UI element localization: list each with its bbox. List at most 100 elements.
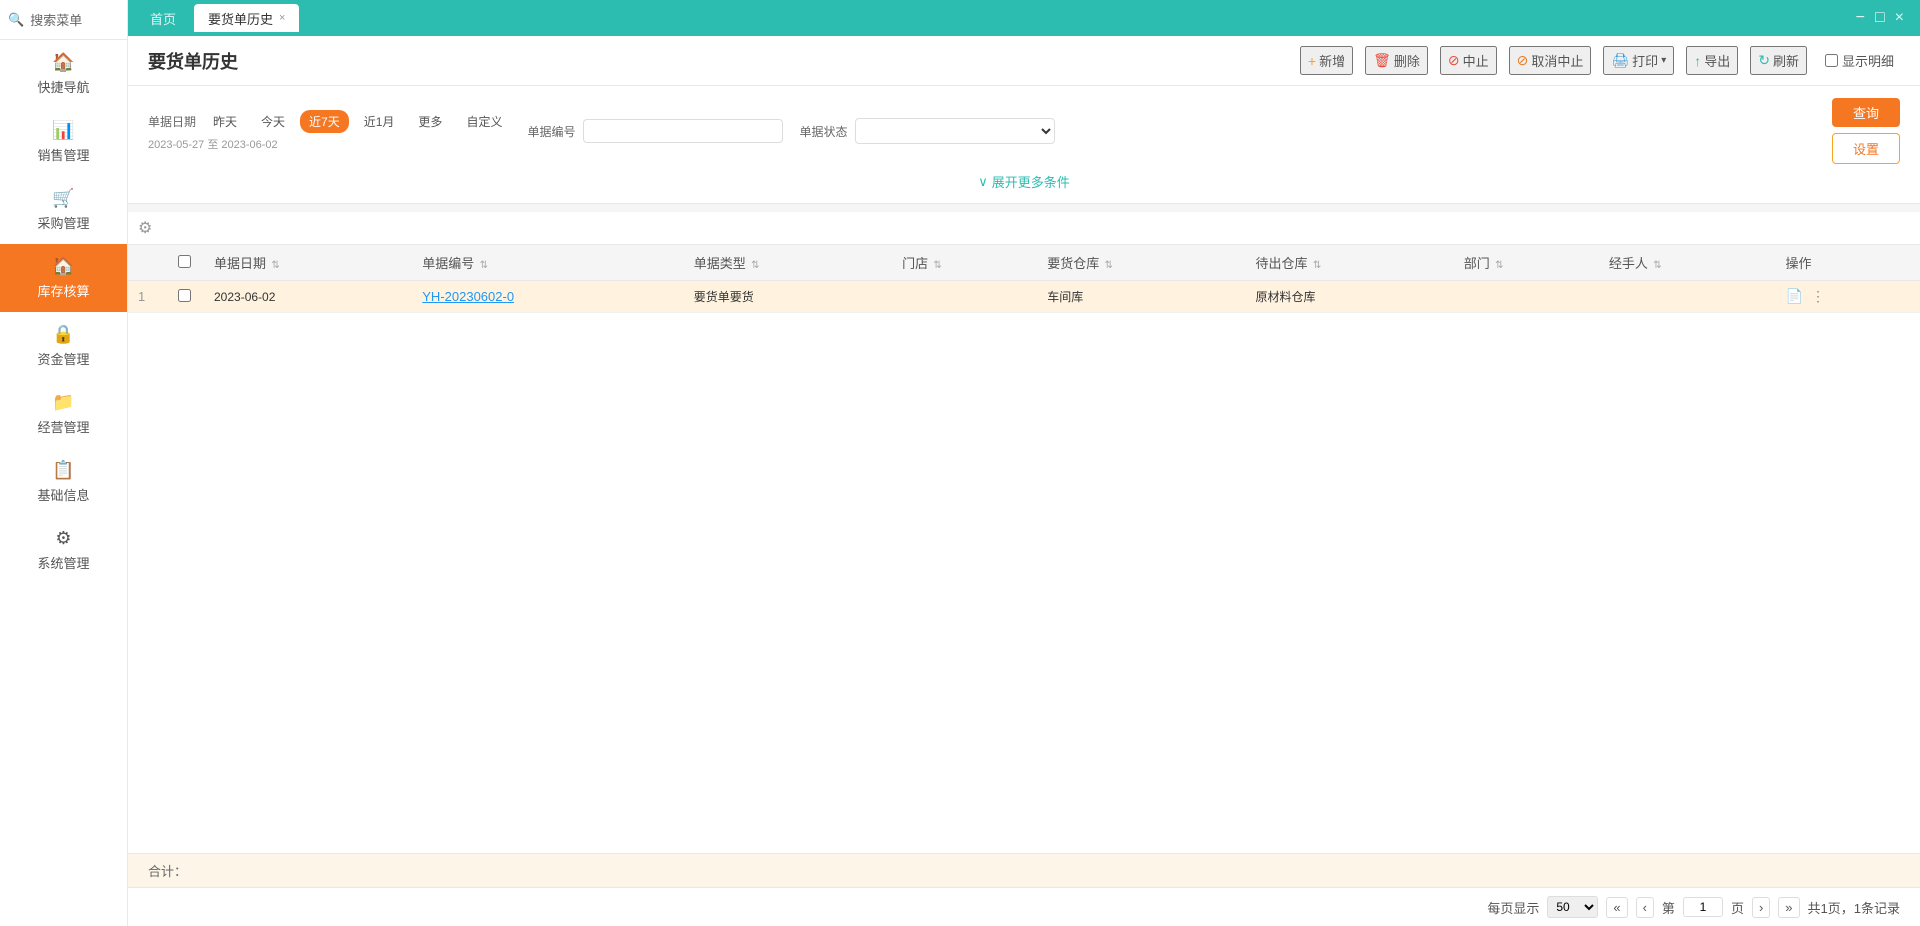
sidebar-item-label: 快捷导航	[37, 77, 89, 96]
refresh-button[interactable]: ↻ 刷新	[1750, 46, 1807, 75]
stop-label: 中止	[1463, 51, 1489, 70]
cell-req-warehouse: 车间库	[1037, 281, 1245, 313]
chevron-down-icon: ∨	[978, 174, 988, 190]
sidebar-item-label: 采购管理	[37, 213, 89, 232]
system-icon: ⚙	[55, 528, 71, 549]
close-button[interactable]: ×	[1895, 9, 1904, 27]
doc-number-link[interactable]: YH-20230602-0	[422, 289, 514, 304]
tab-requisition-history[interactable]: 要货单历史 ×	[194, 4, 299, 32]
page-unit: 页	[1731, 898, 1744, 917]
refresh-icon: ↻	[1758, 52, 1770, 69]
last-page-button[interactable]: »	[1778, 897, 1799, 918]
new-icon: +	[1308, 53, 1316, 69]
search-icon: 🔍	[8, 12, 24, 28]
col-doc-number-label: 单据编号	[422, 256, 474, 271]
tab-close-icon[interactable]: ×	[279, 12, 285, 24]
print-icon: 🖨	[1611, 52, 1629, 69]
basic-icon: 📋	[52, 460, 74, 481]
maximize-button[interactable]: □	[1875, 9, 1885, 27]
select-all-checkbox[interactable]	[178, 255, 191, 268]
doc-status-select[interactable]	[855, 118, 1055, 144]
export-button[interactable]: ↑ 导出	[1686, 46, 1738, 75]
col-req-warehouse: 要货仓库 ⇅	[1037, 245, 1245, 281]
sidebar-item-purchase[interactable]: 🛒 采购管理	[0, 176, 127, 244]
sidebar-search[interactable]: 🔍 搜索菜单	[0, 0, 127, 40]
print-button[interactable]: 🖨 打印 ▾	[1603, 46, 1674, 75]
col-checkbox	[168, 245, 204, 281]
date-btn-yesterday[interactable]: 昨天	[204, 110, 246, 133]
per-page-label: 每页显示	[1487, 898, 1539, 917]
stop-button[interactable]: ⊘ 中止	[1440, 46, 1497, 75]
col-doc-type-label: 单据类型	[694, 256, 746, 271]
first-page-button[interactable]: «	[1606, 897, 1627, 918]
new-button[interactable]: + 新增	[1300, 46, 1353, 75]
col-store-label: 门店	[902, 256, 928, 271]
minimize-button[interactable]: −	[1856, 9, 1865, 27]
date-btn-more[interactable]: 更多	[409, 110, 451, 133]
col-pending-warehouse-label: 待出仓库	[1255, 256, 1307, 271]
sort-icon-doc-date[interactable]: ⇅	[271, 260, 279, 271]
sort-icon-store[interactable]: ⇅	[933, 260, 941, 271]
tab-home[interactable]: 首页	[136, 4, 190, 32]
sidebar-item-label: 资金管理	[37, 349, 89, 368]
cell-actions: 📄 ⋮	[1776, 281, 1920, 313]
sort-icon-doc-type[interactable]: ⇅	[751, 260, 759, 271]
date-btn-last7days[interactable]: 近7天	[300, 110, 349, 133]
table-wrap: 单据日期 ⇅ 单据编号 ⇅ 单据类型 ⇅	[128, 245, 1920, 853]
col-department: 部门 ⇅	[1454, 245, 1599, 281]
date-filter-group: 单据日期 昨天 今天 近7天 近1月 更多 自定义 2023-05-27 至 2…	[148, 110, 511, 152]
sidebar-item-quick-nav[interactable]: 🏠 快捷导航	[0, 40, 127, 108]
sort-icon-pending-warehouse[interactable]: ⇅	[1313, 260, 1321, 271]
expand-more-btn[interactable]: ∨ 展开更多条件	[148, 172, 1900, 191]
export-label: 导出	[1704, 51, 1730, 70]
delete-button[interactable]: 🗑 删除	[1365, 46, 1428, 75]
date-btn-last-month[interactable]: 近1月	[355, 110, 404, 133]
page-number-input[interactable]	[1683, 897, 1723, 917]
col-department-label: 部门	[1464, 256, 1490, 271]
cell-doc-type: 要货单要货	[684, 281, 892, 313]
sidebar-item-finance[interactable]: 🔒 资金管理	[0, 312, 127, 380]
sidebar-item-sales[interactable]: 📊 销售管理	[0, 108, 127, 176]
date-btn-today[interactable]: 今天	[252, 110, 294, 133]
table-settings-icon[interactable]: ⚙	[138, 218, 152, 238]
date-btn-custom[interactable]: 自定义	[457, 110, 511, 133]
view-action-icon[interactable]: 📄	[1786, 288, 1803, 305]
tab-requisition-label: 要货单历史	[208, 9, 273, 28]
print-label: 打印	[1632, 51, 1658, 70]
settings-button[interactable]: 设置	[1832, 133, 1900, 164]
sort-icon-department[interactable]: ⇅	[1495, 260, 1503, 271]
sidebar-item-system[interactable]: ⚙ 系统管理	[0, 516, 127, 584]
display-detail-checkbox[interactable]	[1825, 54, 1838, 67]
new-label: 新增	[1319, 51, 1345, 70]
doc-number-input[interactable]	[583, 119, 783, 143]
sidebar-item-operations[interactable]: 📁 经营管理	[0, 380, 127, 448]
prev-page-button[interactable]: ‹	[1636, 897, 1654, 918]
stop-icon: ⊘	[1448, 52, 1460, 69]
cancel-stop-label: 取消中止	[1531, 51, 1583, 70]
cell-number: 1	[128, 281, 168, 313]
sidebar-item-basic[interactable]: 📋 基础信息	[0, 448, 127, 516]
cancel-stop-button[interactable]: ⊘ 取消中止	[1509, 46, 1592, 75]
col-number	[128, 245, 168, 281]
cell-checkbox	[168, 281, 204, 313]
next-page-button[interactable]: ›	[1752, 897, 1770, 918]
sidebar-item-inventory[interactable]: 🏠 库存核算	[0, 244, 127, 312]
row-checkbox[interactable]	[178, 289, 191, 302]
sort-icon-req-warehouse[interactable]: ⇅	[1105, 260, 1113, 271]
col-handler-label: 经手人	[1609, 256, 1648, 271]
sidebar: 🔍 搜索菜单 🏠 快捷导航 📊 销售管理 🛒 采购管理 🏠 库存核算 🔒 资金管…	[0, 0, 128, 926]
sort-icon-doc-number[interactable]: ⇅	[480, 260, 488, 271]
doc-number-label: 单据编号	[527, 123, 575, 140]
sort-icon-handler[interactable]: ⇅	[1653, 260, 1661, 271]
more-action-icon[interactable]: ⋮	[1811, 288, 1825, 305]
col-actions-label: 操作	[1786, 256, 1812, 271]
table-body: 1 2023-06-02 YH-20230602-0 要货单要货 车间	[128, 281, 1920, 313]
tab-bar: 首页 要货单历史 × − □ ×	[128, 0, 1920, 36]
home-icon: 🏠	[52, 52, 74, 73]
table-row: 1 2023-06-02 YH-20230602-0 要货单要货 车间	[128, 281, 1920, 313]
per-page-select[interactable]: 50 100	[1547, 896, 1598, 918]
display-detail-toggle[interactable]: 显示明细	[1819, 48, 1900, 73]
query-button[interactable]: 查询	[1832, 98, 1900, 127]
cell-doc-date: 2023-06-02	[204, 281, 412, 313]
cell-pending-warehouse: 原材料仓库	[1245, 281, 1453, 313]
